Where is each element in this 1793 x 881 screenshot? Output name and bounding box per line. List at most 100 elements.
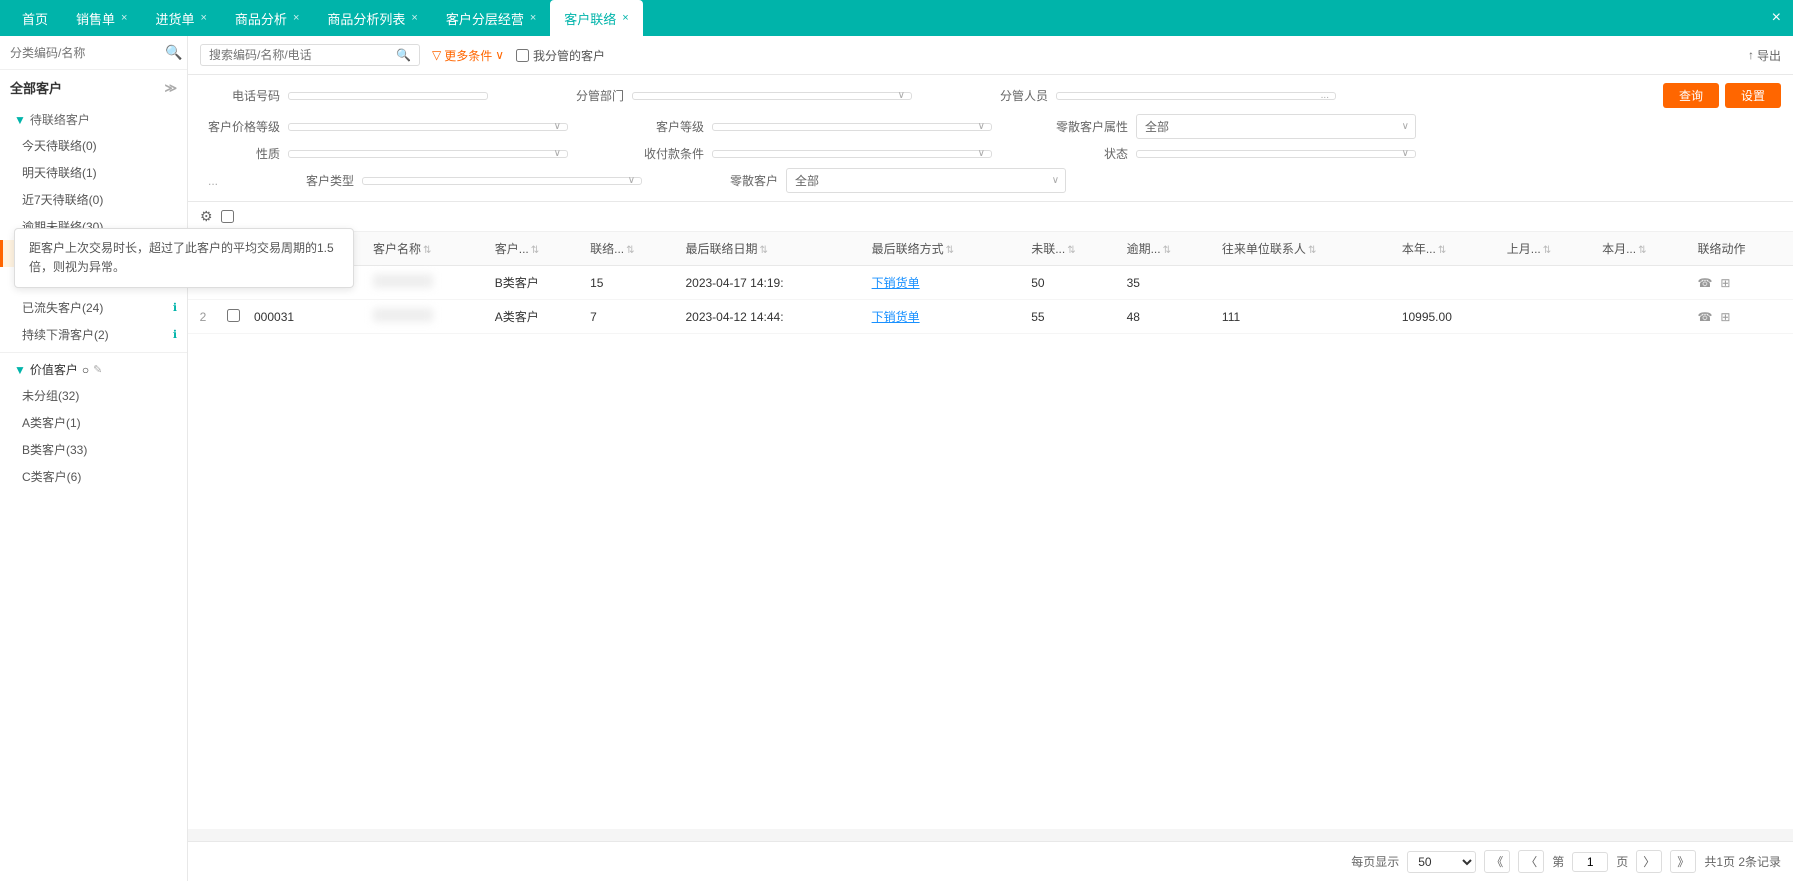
circle-icon: ○	[82, 363, 89, 377]
main-layout: 🔍 全部客户 ≫ ▼ 待联络客户 今天待联络(0) 明天待联络(1) 近7天待联…	[0, 36, 1793, 881]
sidebar-group-pending[interactable]: ▼ 待联络客户	[0, 105, 187, 132]
settings-icon[interactable]: ⚙	[200, 208, 213, 225]
all-customers-title: 全部客户 ≫	[0, 70, 187, 105]
row-overdue-1: 35	[1121, 266, 1216, 300]
page-label: 第	[1552, 853, 1564, 870]
col-action: 联络动作	[1691, 232, 1793, 266]
sidebar-item-today[interactable]: 今天待联络(0)	[0, 132, 187, 159]
sidebar-item-lost[interactable]: 已流失客户(24) ℹ	[0, 294, 187, 321]
nav-purchase[interactable]: 进货单 ×	[141, 0, 220, 36]
extended-filters: 电话号码 分管部门 ∨ 分管人员 ... 查询 设置	[188, 75, 1793, 202]
col-contact-count[interactable]: 联络...⇅	[584, 232, 679, 266]
col-last-month[interactable]: 上月...⇅	[1501, 232, 1596, 266]
payment-select[interactable]: ∨	[712, 150, 992, 158]
row-overdue-2: 48	[1121, 300, 1216, 334]
more-dots[interactable]: ...	[208, 174, 218, 188]
phone-label: 电话号码	[200, 87, 280, 104]
sidebar-item-b-class[interactable]: B类客户(33)	[0, 436, 187, 463]
nav-product-analysis[interactable]: 商品分析 ×	[221, 0, 313, 36]
page-num-input[interactable]	[1572, 852, 1608, 872]
col-last-method[interactable]: 最后联络方式⇅	[866, 232, 1026, 266]
sidebar-item-a-class[interactable]: A类客户(1)	[0, 409, 187, 436]
row-action-2: ☎ ⊞	[1691, 300, 1793, 334]
sidebar-item-7days[interactable]: 近7天待联络(0)	[0, 186, 187, 213]
status-select[interactable]: ∨	[1136, 150, 1416, 158]
sidebar-item-declining[interactable]: 持续下滑客户(2) ℹ	[0, 321, 187, 348]
query-button[interactable]: 查询	[1663, 83, 1719, 108]
sidebar-search-bar: 🔍	[0, 36, 187, 70]
row-last-method-1[interactable]: 下销货单	[866, 266, 1026, 300]
action-more-icon[interactable]: ⊞	[1720, 276, 1730, 290]
row-checkbox-2[interactable]	[218, 300, 248, 334]
nav-purchase-close[interactable]: ×	[200, 12, 206, 24]
col-this-year[interactable]: 本年...⇅	[1396, 232, 1501, 266]
action-phone-icon[interactable]: ☎	[1697, 276, 1712, 290]
sidebar-search-icon[interactable]: 🔍	[165, 44, 182, 61]
search-input[interactable]	[209, 48, 396, 62]
nav-product-analysis-close[interactable]: ×	[293, 12, 299, 24]
nav-product-list[interactable]: 商品分析列表 ×	[313, 0, 431, 36]
row-last-method-2[interactable]: 下销货单	[866, 300, 1026, 334]
col-contact-person[interactable]: 往来单位联系人⇅	[1216, 232, 1396, 266]
row-not-contacted-1: 50	[1025, 266, 1120, 300]
last-page-btn[interactable]: 》	[1670, 850, 1696, 873]
edit-icon[interactable]: ✎	[93, 363, 102, 376]
per-page-select[interactable]: 50 20 100	[1407, 851, 1476, 873]
chevron-down-icon-dept: ∨	[898, 90, 905, 101]
gender-select[interactable]: ∨	[288, 150, 568, 158]
nav-sales-close[interactable]: ×	[121, 12, 127, 24]
nav-customer-contact-close[interactable]: ×	[622, 12, 628, 24]
sidebar-item-ungrouped[interactable]: 未分组(32)	[0, 382, 187, 409]
content-area: 🔍 ▽ 更多条件 ∨ 我分管的客户 ↑ 导出 电话号码	[188, 36, 1793, 881]
col-level[interactable]: 客户...⇅	[489, 232, 584, 266]
dept-select[interactable]: ∨	[632, 92, 912, 100]
table-body: 1 000039 B类客户 15 2023-04-17 14:19: 下销货单 …	[188, 266, 1793, 334]
sidebar-search-input[interactable]	[10, 46, 165, 60]
my-customers-checkbox[interactable]	[516, 49, 529, 62]
more-conditions-btn[interactable]: ▽ 更多条件 ∨	[432, 47, 504, 64]
my-customers-filter[interactable]: 我分管的客户	[516, 47, 605, 64]
nav-home[interactable]: 首页	[8, 0, 62, 36]
nav-product-list-close[interactable]: ×	[411, 12, 417, 24]
nav-customer-segment[interactable]: 客户分层经营 ×	[432, 0, 550, 36]
pagination: 每页显示 50 20 100 《 〈 第 页 〉 》 共1页 2条记录	[188, 841, 1793, 881]
action-phone-icon-2[interactable]: ☎	[1697, 310, 1712, 324]
first-page-btn[interactable]: 《	[1484, 850, 1510, 873]
sidebar-item-tomorrow[interactable]: 明天待联络(1)	[0, 159, 187, 186]
retail-customer-select[interactable]: 全部 ∨	[786, 168, 1066, 193]
prev-page-btn[interactable]: 〈	[1518, 850, 1544, 873]
phone-input[interactable]	[288, 92, 488, 100]
nav-customer-segment-close[interactable]: ×	[530, 12, 536, 24]
col-last-date[interactable]: 最后联络日期⇅	[679, 232, 865, 266]
price-level-select[interactable]: ∨	[288, 123, 568, 131]
customer-type-select[interactable]: ∨	[362, 177, 642, 185]
retail-attr-select[interactable]: 全部 ∨	[1136, 114, 1416, 139]
col-not-contacted[interactable]: 未联...⇅	[1025, 232, 1120, 266]
settings-button[interactable]: 设置	[1725, 83, 1781, 108]
sidebar-collapse-icon[interactable]: ≫	[164, 81, 177, 95]
horizontal-scrollbar[interactable]	[188, 829, 1793, 841]
col-this-month[interactable]: 本月...⇅	[1596, 232, 1691, 266]
nav-sales[interactable]: 销售单 ×	[62, 0, 141, 36]
table-area: ⚙ 客户编码⇅ 客户名称⇅ 客户...⇅ 联络...⇅ 最后联络日期⇅	[188, 202, 1793, 881]
dept-label: 分管部门	[544, 87, 624, 104]
customer-type-label: 客户类型	[274, 172, 354, 189]
manager-select[interactable]: ...	[1056, 92, 1336, 100]
row-level-2: A类客户	[489, 300, 584, 334]
chevron-down-icon-payment: ∨	[978, 148, 985, 159]
col-name[interactable]: 客户名称⇅	[367, 232, 489, 266]
table-header-row: 客户编码⇅ 客户名称⇅ 客户...⇅ 联络...⇅ 最后联络日期⇅ 最后联络方式…	[188, 232, 1793, 266]
nav-customer-contact[interactable]: 客户联络 ×	[550, 0, 642, 36]
sidebar-item-c-class[interactable]: C类客户(6)	[0, 463, 187, 490]
chevron-down-icon-price: ∨	[554, 121, 561, 132]
next-page-btn[interactable]: 〉	[1636, 850, 1662, 873]
col-overdue[interactable]: 逾期...⇅	[1121, 232, 1216, 266]
sidebar-group-value[interactable]: ▼ 价值客户 ○ ✎	[0, 357, 187, 382]
export-btn[interactable]: ↑ 导出	[1748, 47, 1781, 64]
table-scroll[interactable]: 客户编码⇅ 客户名称⇅ 客户...⇅ 联络...⇅ 最后联络日期⇅ 最后联络方式…	[188, 232, 1793, 829]
action-more-icon-2[interactable]: ⊞	[1720, 310, 1730, 324]
search-icon[interactable]: 🔍	[396, 48, 411, 62]
customer-level-select[interactable]: ∨	[712, 123, 992, 131]
close-all-tabs[interactable]: ×	[1772, 9, 1781, 27]
select-all-checkbox[interactable]	[221, 210, 234, 223]
